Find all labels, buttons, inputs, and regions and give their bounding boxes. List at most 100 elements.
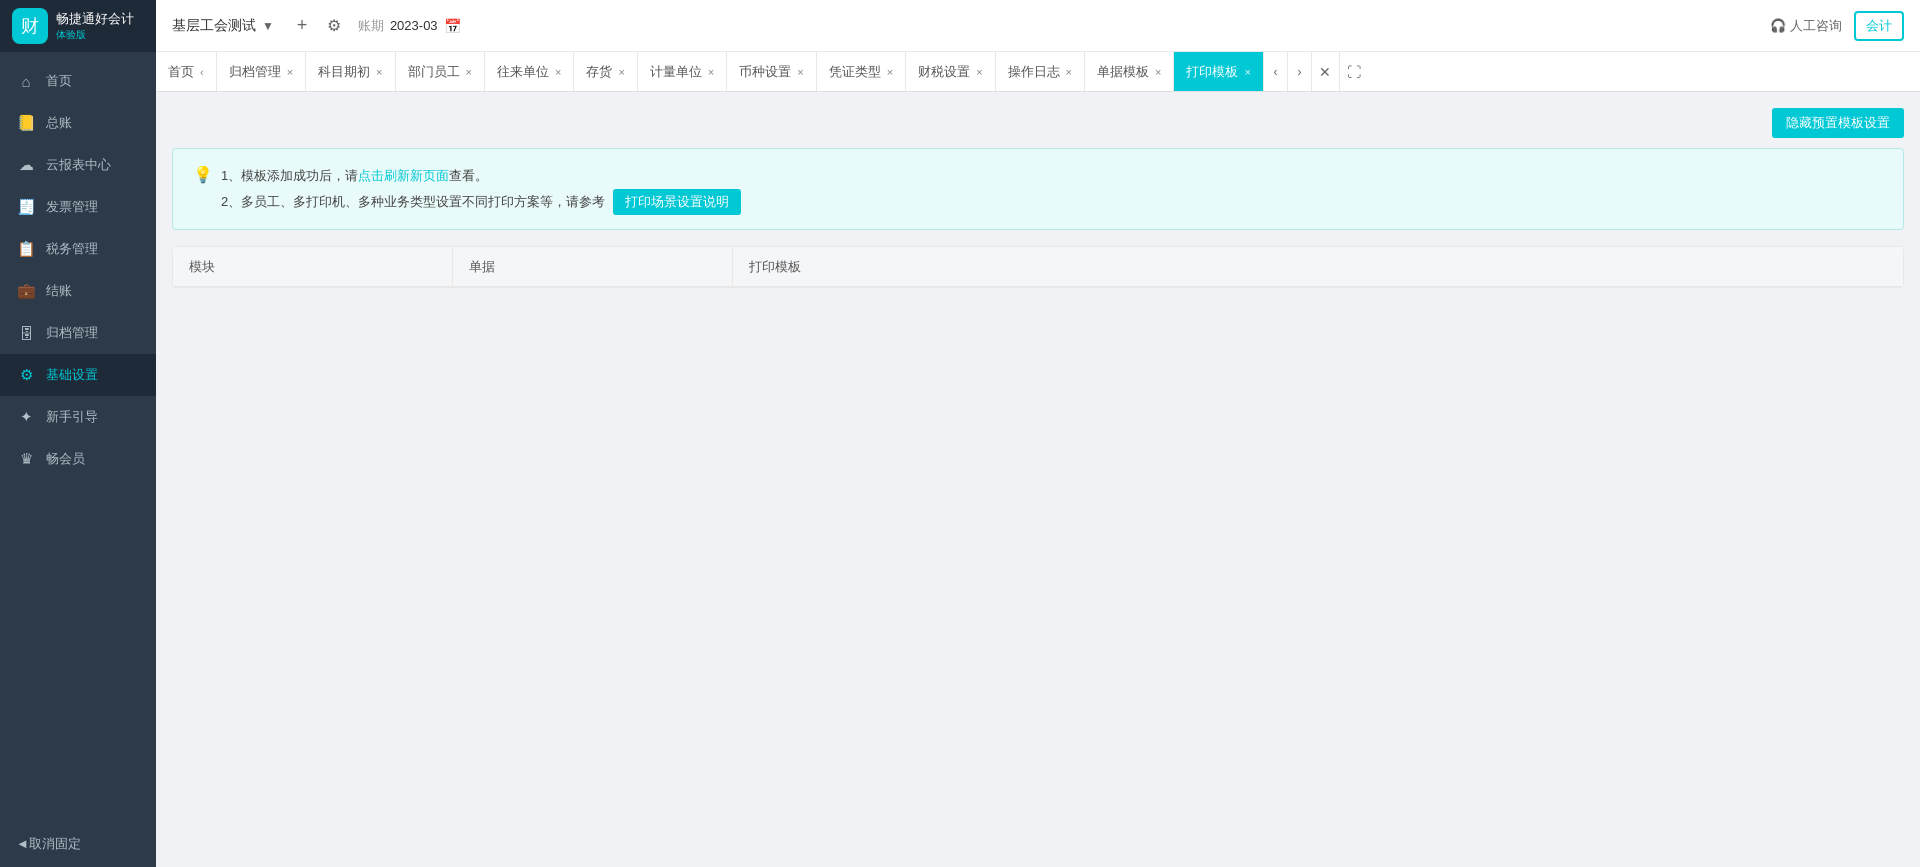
tab-voucher-label: 凭证类型: [829, 63, 881, 81]
home-icon: ⌂: [16, 73, 36, 90]
tab-oplog-close[interactable]: ×: [1066, 66, 1072, 78]
tab-printtemplate[interactable]: 打印模板 ×: [1174, 52, 1263, 92]
sidebar-item-report[interactable]: ☁ 云报表中心: [0, 144, 156, 186]
tab-partner[interactable]: 往来单位 ×: [485, 52, 574, 92]
add-tab-button[interactable]: +: [290, 14, 314, 38]
tab-subject-label: 科目期初: [318, 63, 370, 81]
tab-finance-label: 财税设置: [918, 63, 970, 81]
tab-unit[interactable]: 计量单位 ×: [638, 52, 727, 92]
topbar: 基层工会测试 ▼ + ⚙ 账期 2023-03 📅 🎧 人工咨询 会计: [156, 0, 1920, 52]
tab-inventory-label: 存货: [586, 63, 612, 81]
invoice-icon: 🧾: [16, 198, 36, 216]
print-scene-button[interactable]: 打印场景设置说明: [613, 189, 741, 215]
sidebar-item-guide[interactable]: ✦ 新手引导: [0, 396, 156, 438]
tabbar: 首页 ‹ 归档管理 × 科目期初 × 部门员工 × 往来单位 × 存货 × 计量…: [156, 52, 1920, 92]
col-module: 模块: [173, 247, 453, 286]
help-button[interactable]: 🎧 人工咨询: [1770, 17, 1842, 35]
kuaiji-button[interactable]: 会计: [1854, 11, 1904, 41]
tab-oplog-label: 操作日志: [1008, 63, 1060, 81]
sidebar-label-member: 畅会员: [46, 450, 85, 468]
sidebar-item-member[interactable]: ♛ 畅会员: [0, 438, 156, 480]
tab-subject[interactable]: 科目期初 ×: [306, 52, 395, 92]
tab-close-all-button[interactable]: ✕: [1312, 52, 1340, 92]
tab-partner-close[interactable]: ×: [555, 66, 561, 78]
sidebar-label-home: 首页: [46, 72, 72, 90]
sidebar: 财 畅捷通好会计 体验版 ⌂ 首页 📒 总账 ☁ 云报表中心 🧾 发票管理 📋 …: [0, 0, 156, 867]
headset-icon: 🎧: [1770, 18, 1786, 33]
tab-singledoc-close[interactable]: ×: [1155, 66, 1161, 78]
topbar-gear-button[interactable]: ⚙: [322, 14, 346, 38]
tab-printtemplate-label: 打印模板: [1186, 63, 1238, 81]
tab-dept-label: 部门员工: [408, 63, 460, 81]
sidebar-item-ledger[interactable]: 📒 总账: [0, 102, 156, 144]
guide-icon: ✦: [16, 408, 36, 426]
tab-dept[interactable]: 部门员工 ×: [396, 52, 485, 92]
sidebar-item-settings[interactable]: ⚙ 基础设置: [0, 354, 156, 396]
tab-subject-close[interactable]: ×: [376, 66, 382, 78]
content-area: 隐藏预置模板设置 💡 1、模板添加成功后，请点击刷新新页面查看。 2、多员工、多…: [156, 92, 1920, 867]
topbar-actions: + ⚙: [290, 14, 346, 38]
tab-singledoc-label: 单据模板: [1097, 63, 1149, 81]
tab-currency[interactable]: 币种设置 ×: [727, 52, 816, 92]
calendar-icon[interactable]: 📅: [444, 18, 461, 34]
sidebar-label-settings: 基础设置: [46, 366, 98, 384]
closing-icon: 💼: [16, 282, 36, 300]
sidebar-label-tax: 税务管理: [46, 240, 98, 258]
sidebar-item-tax[interactable]: 📋 税务管理: [0, 228, 156, 270]
tab-unit-label: 计量单位: [650, 63, 702, 81]
refresh-link[interactable]: 点击刷新新页面: [358, 168, 449, 183]
col-printtemplate: 打印模板: [733, 247, 1903, 286]
sidebar-item-home[interactable]: ⌂ 首页: [0, 60, 156, 102]
print-template-table: 模块 单据 打印模板: [172, 246, 1904, 288]
sidebar-item-invoice[interactable]: 🧾 发票管理: [0, 186, 156, 228]
hide-preview-button[interactable]: 隐藏预置模板设置: [1772, 108, 1904, 138]
tab-archive-close[interactable]: ×: [287, 66, 293, 78]
period-label: 账期: [358, 17, 384, 35]
tab-oplog[interactable]: 操作日志 ×: [996, 52, 1085, 92]
tab-partner-label: 往来单位: [497, 63, 549, 81]
notice-box: 💡 1、模板添加成功后，请点击刷新新页面查看。 2、多员工、多打印机、多种业务类…: [172, 148, 1904, 230]
tab-next-button[interactable]: ›: [1288, 52, 1312, 92]
tab-finance[interactable]: 财税设置 ×: [906, 52, 995, 92]
tab-unit-close[interactable]: ×: [708, 66, 714, 78]
tab-fullscreen-button[interactable]: ⛶: [1340, 52, 1368, 92]
tab-dept-close[interactable]: ×: [466, 66, 472, 78]
tab-archive-label: 归档管理: [229, 63, 281, 81]
period-value: 2023-03: [390, 18, 438, 33]
logo-icon: 财: [12, 8, 48, 44]
archive-icon: 🗄: [16, 325, 36, 342]
ledger-icon: 📒: [16, 114, 36, 132]
col-singledoc: 单据: [453, 247, 733, 286]
notice-text-block: 1、模板添加成功后，请点击刷新新页面查看。 2、多员工、多打印机、多种业务类型设…: [221, 163, 741, 215]
tab-prev-button[interactable]: ‹: [1264, 52, 1288, 92]
tab-home[interactable]: 首页 ‹: [156, 52, 217, 92]
tab-printtemplate-close[interactable]: ×: [1244, 66, 1250, 78]
bulb-icon: 💡: [193, 165, 213, 184]
tab-voucher[interactable]: 凭证类型 ×: [817, 52, 906, 92]
sidebar-item-closing[interactable]: 💼 结账: [0, 270, 156, 312]
sidebar-logo: 财 畅捷通好会计 体验版: [0, 0, 156, 52]
tab-finance-close[interactable]: ×: [976, 66, 982, 78]
company-dropdown-icon: ▼: [262, 19, 274, 33]
company-name: 基层工会测试: [172, 17, 256, 35]
tab-home-label: 首页: [168, 63, 194, 81]
main-area: 基层工会测试 ▼ + ⚙ 账期 2023-03 📅 🎧 人工咨询 会计 首页 ‹…: [156, 0, 1920, 867]
tab-inventory[interactable]: 存货 ×: [574, 52, 637, 92]
notice-line1: 1、模板添加成功后，请点击刷新新页面查看。: [221, 163, 741, 189]
company-selector[interactable]: 基层工会测试 ▼: [172, 17, 274, 35]
sidebar-unpin[interactable]: ◄取消固定: [0, 821, 156, 867]
report-icon: ☁: [16, 156, 36, 174]
sidebar-item-archive[interactable]: 🗄 归档管理: [0, 312, 156, 354]
tax-icon: 📋: [16, 240, 36, 258]
tab-currency-label: 币种设置: [739, 63, 791, 81]
tab-voucher-close[interactable]: ×: [887, 66, 893, 78]
notice-line2: 2、多员工、多打印机、多种业务类型设置不同打印方案等，请参考 打印场景设置说明: [221, 189, 741, 215]
topbar-right: 🎧 人工咨询 会计: [1770, 11, 1904, 41]
tab-currency-close[interactable]: ×: [797, 66, 803, 78]
sidebar-label-report: 云报表中心: [46, 156, 111, 174]
tab-inventory-close[interactable]: ×: [618, 66, 624, 78]
settings-icon: ⚙: [16, 366, 36, 384]
sidebar-label-ledger: 总账: [46, 114, 72, 132]
tab-singledoc[interactable]: 单据模板 ×: [1085, 52, 1174, 92]
tab-archive[interactable]: 归档管理 ×: [217, 52, 306, 92]
